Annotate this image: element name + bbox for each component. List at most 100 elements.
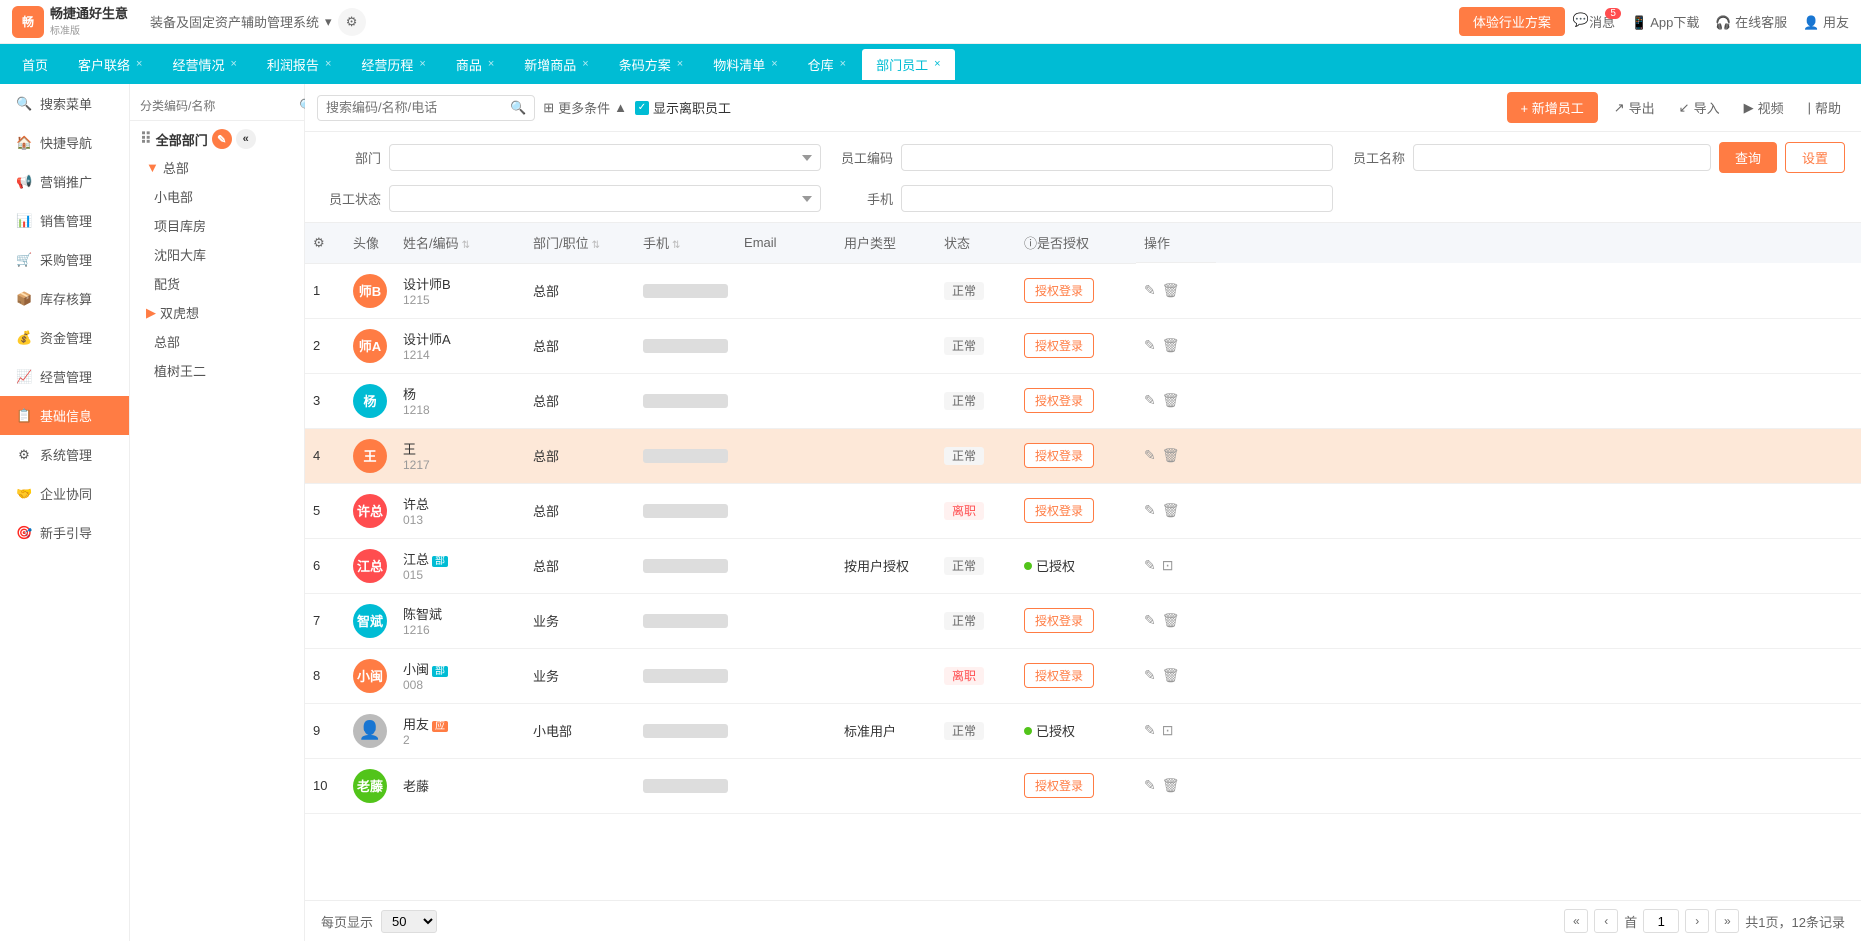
sidebar-item-purchase[interactable]: 🛒 采购管理 — [0, 240, 129, 279]
row-name: 王1217 — [395, 428, 525, 483]
dept-select[interactable] — [389, 144, 821, 171]
sidebar-item-sales[interactable]: 📊 销售管理 — [0, 201, 129, 240]
prev-page-btn[interactable]: ‹ — [1594, 909, 1618, 933]
last-page-btn[interactable]: » — [1715, 909, 1739, 933]
per-page-select[interactable]: 50 100 — [381, 910, 437, 933]
help-btn[interactable]: | 帮助 — [1800, 94, 1849, 121]
tree-node-xiaodian[interactable]: 小电部 — [130, 182, 304, 211]
col-header-settings[interactable]: ⚙ — [305, 223, 345, 263]
view-btn[interactable]: ▶ 视频 — [1736, 94, 1792, 121]
sidebar-item-guide[interactable]: 🎯 新手引导 — [0, 513, 129, 552]
phone-input[interactable] — [901, 185, 1333, 212]
col-header-name[interactable]: 姓名/编码⇅ — [395, 223, 525, 263]
copy-icon[interactable]: ⊡ — [1162, 557, 1174, 574]
import-btn[interactable]: ↙ 导入 — [1671, 94, 1728, 121]
sidebar-item-base[interactable]: 📋 基础信息 — [0, 396, 129, 435]
tab-history[interactable]: 经营历程 × — [347, 49, 439, 80]
auth-login-button[interactable]: 授权登录 — [1024, 333, 1094, 358]
edit-icon[interactable]: ✎ — [1144, 557, 1156, 574]
show-dismissed-toggle[interactable]: ✓ 显示离职员工 — [635, 98, 731, 117]
delete-icon[interactable]: 🗑 — [1162, 392, 1180, 409]
tree-node-peihuo[interactable]: 配货 — [130, 269, 304, 298]
delete-icon[interactable]: 🗑 — [1162, 667, 1180, 684]
edit-icon[interactable]: ✎ — [1144, 667, 1156, 684]
tab-home[interactable]: 首页 — [8, 49, 62, 80]
more-filter-btn[interactable]: ⊞ 更多条件 ▲ — [543, 98, 627, 117]
sidebar-item-marketing[interactable]: 📢 营销推广 — [0, 162, 129, 201]
auth-login-button[interactable]: 授权登录 — [1024, 278, 1094, 303]
user-menu-btn[interactable]: 👤 用友 — [1803, 12, 1849, 31]
set-button[interactable]: 设置 — [1785, 142, 1845, 173]
tree-node-project[interactable]: 项目库房 — [130, 211, 304, 240]
sidebar-item-system[interactable]: ⚙ 系统管理 — [0, 435, 129, 474]
dismissed-checkbox[interactable]: ✓ — [635, 101, 649, 115]
search-input[interactable] — [326, 100, 506, 115]
col-header-phone[interactable]: 手机⇅ — [635, 223, 736, 263]
search-icon[interactable]: 🔍 — [510, 100, 526, 116]
message-btn[interactable]: 💬 消息 5 — [1573, 12, 1615, 31]
tab-warehouse[interactable]: 仓库 × — [794, 49, 860, 80]
tree-node-shuanghu[interactable]: ▶ 双虎想 — [130, 298, 304, 327]
tree-node-zhishu[interactable]: 植树王二 — [130, 356, 304, 385]
first-page-btn[interactable]: « — [1564, 909, 1588, 933]
app-download-btn[interactable]: 📱 App下载 — [1631, 12, 1699, 31]
delete-icon[interactable]: 🗑 — [1162, 282, 1180, 299]
tree-node-zhongbu2[interactable]: 总部 — [130, 327, 304, 356]
edit-icon[interactable]: ✎ — [1144, 447, 1156, 464]
delete-icon[interactable]: 🗑 — [1162, 612, 1180, 629]
auth-login-button[interactable]: 授权登录 — [1024, 663, 1094, 688]
empcode-input[interactable] — [901, 144, 1333, 171]
settings-icon[interactable]: ⚙ — [338, 8, 366, 36]
edit-icon[interactable]: ✎ — [1144, 282, 1156, 299]
next-page-btn[interactable]: › — [1685, 909, 1709, 933]
edit-icon[interactable]: ✎ — [1144, 502, 1156, 519]
tab-profit[interactable]: 利润报告 × — [253, 49, 345, 80]
tree-node-shenyang[interactable]: 沈阳大库 — [130, 240, 304, 269]
auth-login-button[interactable]: 授权登录 — [1024, 443, 1094, 468]
sidebar-item-collab[interactable]: 🤝 企业协同 — [0, 474, 129, 513]
trial-button[interactable]: 体验行业方案 — [1459, 7, 1565, 36]
sidebar-item-finance[interactable]: 💰 资金管理 — [0, 318, 129, 357]
sidebar-item-inventory[interactable]: 📦 库存核算 — [0, 279, 129, 318]
copy-icon[interactable]: ⊡ — [1162, 722, 1174, 739]
tree-edit-icon[interactable]: ✎ — [212, 129, 232, 149]
delete-icon[interactable]: 🗑 — [1162, 502, 1180, 519]
edit-icon[interactable]: ✎ — [1144, 777, 1156, 794]
tab-barcode[interactable]: 条码方案 × — [605, 49, 697, 80]
col-header-dept[interactable]: 部门/职位⇅ — [525, 223, 635, 263]
tab-goods[interactable]: 商品 × — [442, 49, 508, 80]
edit-icon[interactable]: ✎ — [1144, 392, 1156, 409]
tab-operation[interactable]: 经营情况 × — [158, 49, 250, 80]
delete-icon[interactable]: 🗑 — [1162, 337, 1180, 354]
tree-node-zhongbu-arrow[interactable]: ▼ 总部 — [130, 153, 304, 182]
add-employee-button[interactable]: + 新增员工 — [1507, 92, 1598, 123]
tree-collapse-icon[interactable]: « — [236, 129, 256, 149]
main-layout: 🔍 搜索菜单 🏠 快捷导航 📢 营销推广 📊 销售管理 🛒 采购管理 📦 库存核… — [0, 84, 1861, 941]
status-select[interactable] — [389, 185, 821, 212]
tab-department[interactable]: 部门员工 × — [862, 49, 954, 80]
page-input[interactable] — [1643, 909, 1679, 933]
delete-icon[interactable]: 🗑 — [1162, 447, 1180, 464]
sidebar-item-search[interactable]: 🔍 搜索菜单 — [0, 84, 129, 123]
auth-login-button[interactable]: 授权登录 — [1024, 498, 1094, 523]
query-button[interactable]: 查询 — [1719, 142, 1777, 173]
edit-icon[interactable]: ✎ — [1144, 612, 1156, 629]
online-service-btn[interactable]: 🎧 在线客服 — [1715, 12, 1787, 31]
row-ops: ✎🗑 — [1136, 483, 1861, 538]
row-dept: 总部 — [525, 263, 635, 318]
delete-icon[interactable]: 🗑 — [1162, 777, 1180, 794]
tab-bom[interactable]: 物料清单 × — [699, 49, 791, 80]
avatar: 老藤 — [353, 769, 387, 803]
auth-login-button[interactable]: 授权登录 — [1024, 388, 1094, 413]
empname-input[interactable] — [1413, 144, 1711, 171]
auth-login-button[interactable]: 授权登录 — [1024, 773, 1094, 798]
edit-icon[interactable]: ✎ — [1144, 722, 1156, 739]
tab-new-goods[interactable]: 新增商品 × — [510, 49, 602, 80]
tree-search-input[interactable] — [140, 99, 295, 113]
sidebar-item-nav[interactable]: 🏠 快捷导航 — [0, 123, 129, 162]
tab-customer[interactable]: 客户联络 × — [64, 49, 156, 80]
auth-login-button[interactable]: 授权登录 — [1024, 608, 1094, 633]
sidebar-item-ops[interactable]: 📈 经营管理 — [0, 357, 129, 396]
edit-icon[interactable]: ✎ — [1144, 337, 1156, 354]
export-btn[interactable]: ↗ 导出 — [1606, 94, 1663, 121]
